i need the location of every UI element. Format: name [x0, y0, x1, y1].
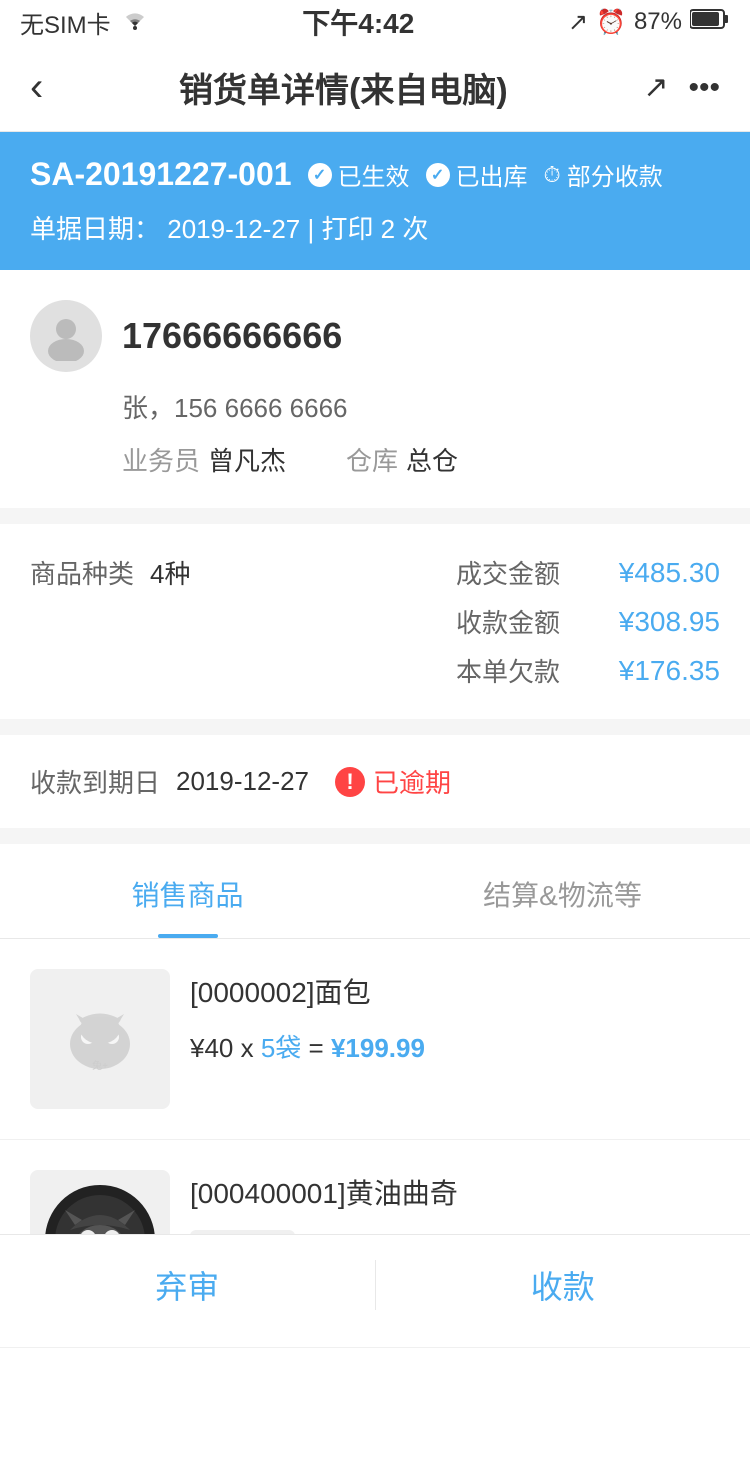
overdue-icon: ! [335, 767, 365, 797]
salesperson-item: 业务员 曾凡杰 [122, 441, 286, 478]
status-effective: ✓ 已生效 [308, 157, 410, 192]
product-image-1: 兔+ [30, 969, 170, 1109]
customer-row: 17666666666 [30, 300, 720, 372]
status-shipped: ✓ 已出库 [426, 157, 528, 192]
warehouse-item: 仓库 总仓 [346, 441, 458, 478]
collect-button[interactable]: 收款 [376, 1242, 750, 1328]
product-price-1: ¥40 x 5袋 = ¥199.99 [190, 1028, 720, 1065]
product-item: 兔+ [0000002]面包 ¥40 x 5袋 = ¥199.99 [0, 939, 750, 1140]
order-print-info: | 打印 2 次 [307, 214, 428, 244]
due-date-value: 2019-12-27 [176, 766, 309, 797]
order-header: SA-20191227-001 ✓ 已生效 ✓ 已出库 ⏱ 部分收款 单据日期：… [0, 132, 750, 270]
amount-row: 成交金额 ¥485.30 [456, 554, 720, 591]
product-name-2: [000400001]黄油曲奇 [190, 1174, 720, 1213]
overdue-text: 已逾期 [373, 763, 451, 800]
cancel-review-button[interactable]: 弃审 [0, 1242, 375, 1328]
amount-label: 成交金额 [456, 554, 560, 591]
user-avatar-icon [41, 311, 91, 361]
nav-title: 销货单详情(来自电脑) [179, 63, 508, 112]
product-types-value: 4种 [150, 554, 190, 591]
tabs-section: 销售商品 结算&物流等 [0, 844, 750, 939]
products-section: 兔+ [0000002]面包 ¥40 x 5袋 = ¥199.99 [0, 939, 750, 1468]
more-button[interactable]: ••• [688, 71, 720, 105]
tab-settlement[interactable]: 结算&物流等 [375, 844, 750, 938]
battery-icon [690, 8, 730, 37]
location-icon: ↗ [568, 8, 588, 37]
share-button[interactable]: ↗ [643, 70, 668, 105]
due-label: 收款到期日 [30, 763, 160, 800]
status-right: ↗ ⏰ 87% [568, 8, 730, 37]
received-label: 收款金额 [456, 603, 560, 640]
check-icon-1: ✓ [308, 163, 332, 187]
order-id: SA-20191227-001 [30, 156, 292, 193]
status-bar: 无SIM卡 下午4:42 ↗ ⏰ 87% [0, 0, 750, 44]
order-date-row: 单据日期： 2019-12-27 | 打印 2 次 [30, 209, 720, 246]
equals-1: = [301, 1033, 331, 1063]
customer-meta: 业务员 曾凡杰 仓库 总仓 [30, 441, 720, 478]
due-section: 收款到期日 2019-12-27 ! 已逾期 [0, 735, 750, 828]
check-icon-2: ✓ [426, 163, 450, 187]
carrier-text: 无SIM卡 [20, 5, 111, 40]
salesperson-value: 曾凡杰 [208, 441, 286, 478]
product-name-1: [0000002]面包 [190, 973, 720, 1012]
order-date-label: 单据日期： [30, 214, 160, 244]
qty-1: 5袋 [261, 1033, 301, 1063]
bottom-bar: 弃审 收款 [0, 1234, 750, 1334]
overdue-badge: ! 已逾期 [335, 763, 451, 800]
status-partial-text: 部分收款 [567, 157, 663, 192]
back-button[interactable]: ‹ [30, 65, 43, 110]
customer-section: 17666666666 张，156 6666 6666 业务员 曾凡杰 仓库 总… [0, 270, 750, 508]
product-types-label: 商品种类 [30, 554, 134, 591]
product-placeholder-icon: 兔+ [50, 999, 150, 1079]
warehouse-value: 总仓 [406, 441, 458, 478]
battery-text: 87% [634, 8, 682, 36]
amount-value: ¥485.30 [580, 557, 720, 589]
svg-text:兔+: 兔+ [92, 1059, 108, 1072]
order-date-value: 2019-12-27 [167, 214, 300, 244]
product-types: 商品种类 4种 [30, 554, 190, 591]
tab-sales-products[interactable]: 销售商品 [0, 844, 375, 938]
status-partial: ⏱ 部分收款 [544, 157, 663, 192]
customer-contact: 张，156 6666 6666 [30, 388, 720, 425]
warehouse-label: 仓库 [346, 441, 398, 478]
order-id-row: SA-20191227-001 ✓ 已生效 ✓ 已出库 ⏱ 部分收款 [30, 156, 720, 193]
avatar [30, 300, 102, 372]
status-effective-text: 已生效 [338, 157, 410, 192]
status-left: 无SIM卡 [20, 5, 149, 40]
debt-label: 本单欠款 [456, 652, 560, 689]
price-text-1: ¥40 x [190, 1033, 261, 1063]
clock-icon: ⏱ [544, 162, 561, 188]
customer-id: 17666666666 [122, 315, 342, 357]
financial-stats: 成交金额 ¥485.30 收款金额 ¥308.95 本单欠款 ¥176.35 [456, 554, 720, 689]
debt-value: ¥176.35 [580, 655, 720, 687]
product-info-1: [0000002]面包 ¥40 x 5袋 = ¥199.99 [190, 969, 720, 1065]
total-1: ¥199.99 [331, 1033, 425, 1063]
stats-section: 商品种类 4种 成交金额 ¥485.30 收款金额 ¥308.95 本单欠款 ¥… [0, 524, 750, 719]
status-time: 下午4:42 [302, 2, 414, 42]
debt-row: 本单欠款 ¥176.35 [456, 652, 720, 689]
nav-right: ↗ ••• [643, 70, 720, 105]
nav-left: ‹ [30, 65, 43, 110]
alarm-icon: ⏰ [596, 8, 626, 37]
wifi-icon [121, 8, 149, 37]
status-shipped-text: 已出库 [456, 157, 528, 192]
nav-bar: ‹ 销货单详情(来自电脑) ↗ ••• [0, 44, 750, 132]
salesperson-label: 业务员 [122, 441, 200, 478]
received-row: 收款金额 ¥308.95 [456, 603, 720, 640]
received-value: ¥308.95 [580, 606, 720, 638]
